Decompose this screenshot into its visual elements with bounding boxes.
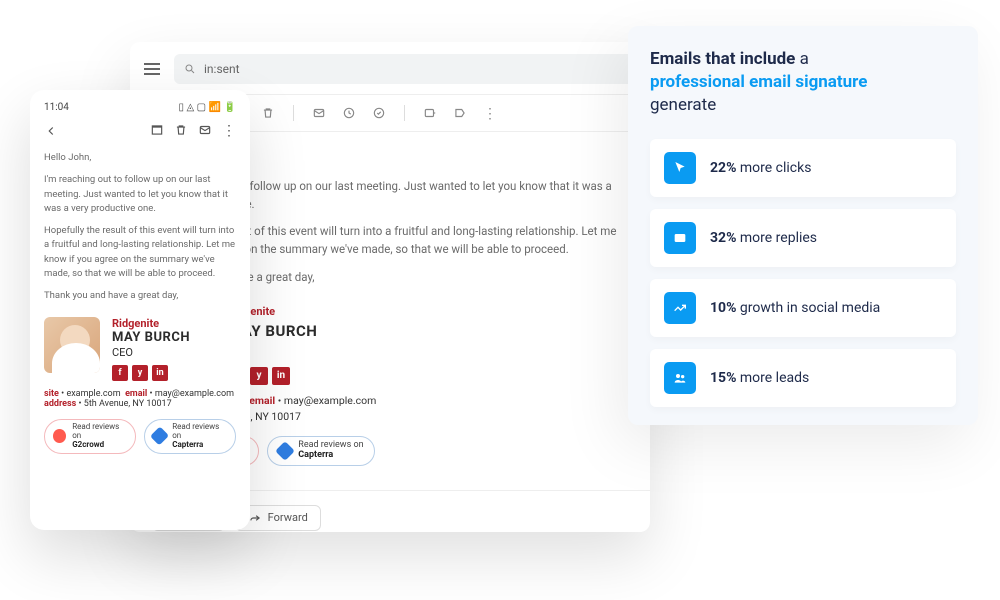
stat-leads: 15% more leads (650, 349, 956, 407)
back-icon[interactable] (44, 124, 58, 138)
mobile-time: 11:04 (44, 102, 69, 113)
avatar (44, 317, 100, 373)
unread-icon[interactable] (312, 106, 326, 120)
label-icon[interactable] (453, 106, 467, 120)
g2-logo-icon (53, 429, 66, 443)
stat-growth: 10% growth in social media (650, 279, 956, 337)
mobile-email-window: 11:04 ▯ ◬ ▢ 📶 🔋 ⋮ Hello John, I'm reachi… (30, 90, 250, 530)
email-greeting: Hello John, (44, 151, 236, 165)
search-value: in:sent (204, 62, 240, 76)
mobile-status-icons: ▯ ◬ ▢ 📶 🔋 (179, 102, 236, 113)
sig-name: MAY BURCH (112, 330, 190, 345)
move-icon[interactable] (423, 106, 437, 120)
desktop-topbar: in:sent (130, 42, 650, 95)
email-closing: Thank you and have a great day, (44, 289, 236, 303)
task-icon[interactable] (372, 106, 386, 120)
more-icon[interactable]: ⋮ (483, 106, 497, 120)
trash-icon[interactable] (174, 123, 188, 137)
menu-icon[interactable] (144, 63, 160, 75)
linkedin-icon[interactable]: in (152, 365, 168, 381)
twitter-icon[interactable]: y (132, 365, 148, 381)
twitter-icon[interactable]: y (250, 367, 268, 385)
reply-stat-icon (664, 222, 696, 254)
stats-card: Emails that include a professional email… (628, 26, 978, 425)
search-input[interactable]: in:sent (174, 54, 636, 84)
email-p1: I'm reaching out to follow up on our las… (44, 173, 236, 216)
archive-icon[interactable] (150, 123, 164, 137)
capterra-logo-icon (150, 427, 169, 446)
sig-brand: Ridgenite (112, 317, 190, 330)
users-icon (664, 362, 696, 394)
capterra-badge[interactable]: Read reviews onCapterra (144, 419, 236, 453)
capterra-logo-icon (275, 441, 295, 461)
mobile-statusbar: 11:04 ▯ ◬ ▢ 📶 🔋 (44, 102, 236, 113)
cursor-icon (664, 152, 696, 184)
stats-heading: Emails that include a professional email… (650, 48, 956, 117)
mail-icon[interactable] (198, 123, 212, 137)
chart-icon (664, 292, 696, 324)
facebook-icon[interactable]: f (112, 365, 128, 381)
snooze-icon[interactable] (342, 106, 356, 120)
signature: Ridgenite MAY BURCH CEO f y in site • ex… (44, 311, 236, 453)
linkedin-icon[interactable]: in (272, 367, 290, 385)
g2-badge[interactable]: Read reviews onG2crowd (44, 419, 136, 453)
trash-icon[interactable] (261, 106, 275, 120)
sig-title: CEO (112, 346, 190, 359)
email-p2: Hopefully the result of this event will … (44, 224, 236, 281)
email-label: email (249, 394, 275, 407)
stat-replies: 32% more replies (650, 209, 956, 267)
search-icon (184, 63, 196, 75)
more-icon[interactable]: ⋮ (222, 123, 236, 139)
email-value[interactable]: may@example.com (284, 394, 376, 407)
capterra-badge[interactable]: Read reviews onCapterra (267, 436, 374, 466)
stat-clicks: 22% more clicks (650, 139, 956, 197)
